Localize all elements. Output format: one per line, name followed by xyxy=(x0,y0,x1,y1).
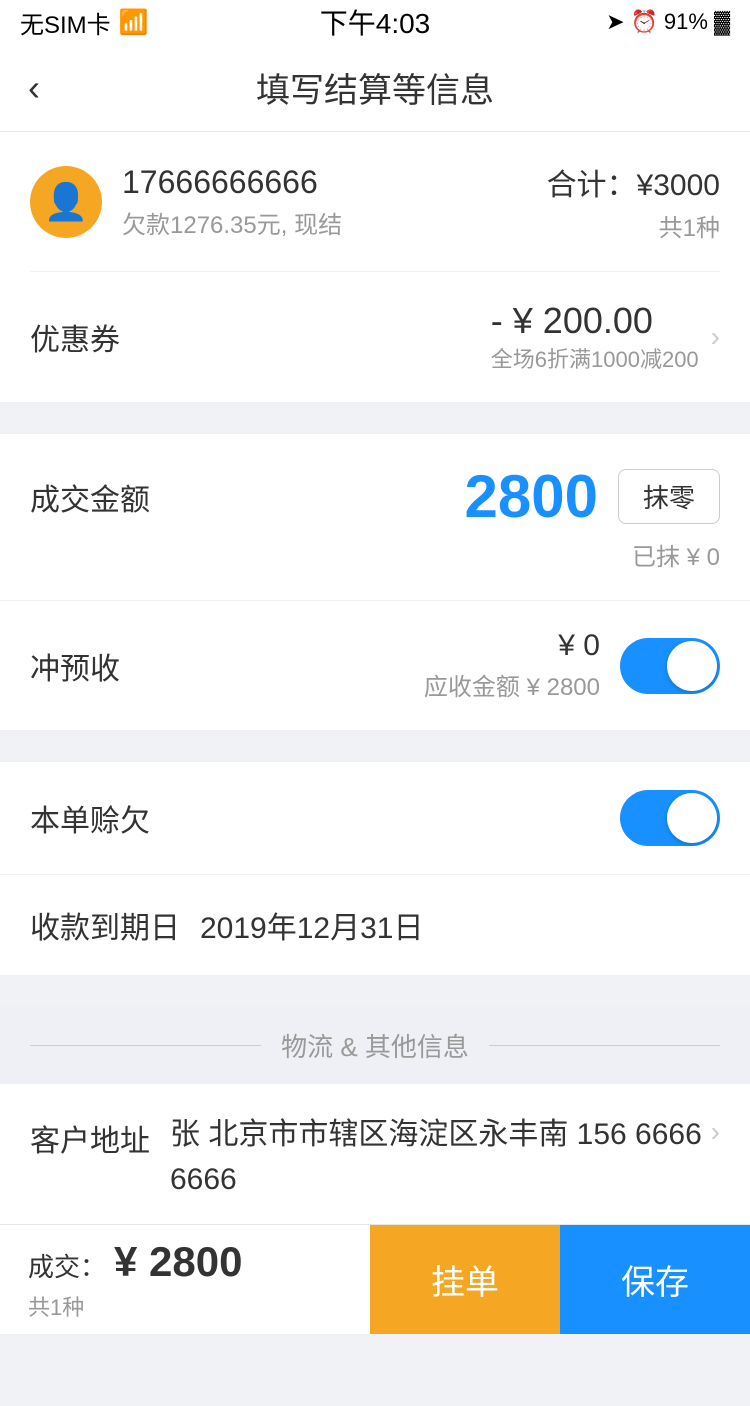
deal-sub: 已抹 ¥ 0 xyxy=(30,537,720,572)
customer-card: 👤 17666666666 欠款1276.35元, 现结 合计：¥3000 共1… xyxy=(0,132,750,402)
content: 👤 17666666666 欠款1276.35元, 现结 合计：¥3000 共1… xyxy=(0,132,750,1406)
precharge-values: ¥ 0 应收金额 ¥ 2800 xyxy=(424,629,600,702)
debt-card: 本单赊欠 收款到期日 2019年12月31日 xyxy=(0,762,750,975)
deal-right: 2800 抹零 xyxy=(465,462,721,531)
precharge-section: 冲预收 ¥ 0 应收金额 ¥ 2800 xyxy=(0,600,750,730)
coupon-label: 优惠券 xyxy=(30,315,120,359)
battery-text: 91% xyxy=(664,9,708,35)
address-card: 客户地址 张 北京市市辖区海淀区永丰南 156 6666 6666 › xyxy=(0,1084,750,1230)
avatar-icon: 👤 xyxy=(44,181,89,223)
customer-right: 合计：¥3000 共1种 xyxy=(547,160,720,243)
debt-section: 本单赊欠 xyxy=(0,762,750,874)
coupon-right: - ¥ 200.00 全场6折满1000减200 › xyxy=(491,300,720,374)
customer-left: 👤 17666666666 欠款1276.35元, 现结 xyxy=(30,164,342,240)
address-arrow-icon: › xyxy=(711,1116,720,1148)
customer-sub: 欠款1276.35元, 现结 xyxy=(122,205,342,240)
address-row[interactable]: 客户地址 张 北京市市辖区海淀区永丰南 156 6666 6666 › xyxy=(0,1084,750,1230)
precharge-right: ¥ 0 应收金额 ¥ 2800 xyxy=(424,629,720,702)
deal-section: 成交金额 2800 抹零 已抹 ¥ 0 xyxy=(0,434,750,600)
address-value: 张 北京市市辖区海淀区永丰南 156 6666 6666 xyxy=(170,1112,711,1202)
back-button[interactable]: ‹ xyxy=(28,67,40,109)
precharge-row: 冲预收 ¥ 0 应收金额 ¥ 2800 xyxy=(30,629,720,702)
duedate-section: 收款到期日 2019年12月31日 xyxy=(0,874,750,975)
bottom-deal-label: 成交： xyxy=(28,1247,106,1284)
customer-phone: 17666666666 xyxy=(122,164,342,201)
section-gap-3 xyxy=(0,991,750,1007)
precharge-sub: 应收金额 ¥ 2800 xyxy=(424,667,600,702)
wifi-icon: 📶 xyxy=(119,8,149,37)
bottom-summary: 成交： ¥ 2800 共1种 xyxy=(0,1225,370,1334)
logistics-section: 物流 & 其他信息 xyxy=(0,1007,750,1084)
address-label: 客户地址 xyxy=(30,1116,150,1160)
bottom-count: 共1种 xyxy=(28,1290,342,1322)
debt-toggle[interactable] xyxy=(620,790,720,846)
coupon-arrow-icon: › xyxy=(711,321,720,353)
customer-total: 合计：¥3000 xyxy=(547,160,720,204)
bottom-deal-amount: ¥ 2800 xyxy=(114,1238,242,1286)
precharge-amount: ¥ 0 xyxy=(424,629,600,663)
deal-row: 成交金额 2800 抹零 xyxy=(30,462,720,531)
avatar: 👤 xyxy=(30,166,102,238)
logistics-label: 物流 & 其他信息 xyxy=(281,1027,469,1064)
round-button[interactable]: 抹零 xyxy=(618,469,720,524)
duedate-label: 收款到期日 xyxy=(30,903,180,947)
bottom-deal-row: 成交： ¥ 2800 xyxy=(28,1238,342,1286)
location-icon: ➤ xyxy=(606,9,624,35)
hang-button[interactable]: 挂单 xyxy=(370,1225,560,1334)
customer-info: 17666666666 欠款1276.35元, 现结 xyxy=(122,164,342,240)
deal-amount-value: 2800 xyxy=(465,462,598,531)
section-gap-1 xyxy=(0,418,750,434)
nav-bar: ‹ 填写结算等信息 xyxy=(0,44,750,132)
coupon-row[interactable]: 优惠券 - ¥ 200.00 全场6折满1000减200 › xyxy=(0,272,750,402)
precharge-toggle[interactable] xyxy=(620,638,720,694)
carrier-text: 无SIM卡 xyxy=(20,5,111,40)
coupon-amount: - ¥ 200.00 xyxy=(491,300,699,342)
section-gap-2 xyxy=(0,746,750,762)
battery-icon: ▓ xyxy=(714,9,730,35)
duedate-value: 2019年12月31日 xyxy=(200,903,423,947)
save-button[interactable]: 保存 xyxy=(560,1225,750,1334)
logistics-line-right xyxy=(489,1045,720,1046)
status-left: 无SIM卡 📶 xyxy=(20,5,149,40)
customer-row: 👤 17666666666 欠款1276.35元, 现结 合计：¥3000 共1… xyxy=(0,132,750,271)
alarm-icon: ⏰ xyxy=(631,9,658,35)
status-bar: 无SIM卡 📶 下午4:03 ➤ ⏰ 91% ▓ xyxy=(0,0,750,44)
precharge-label: 冲预收 xyxy=(30,644,120,688)
status-right: ➤ ⏰ 91% ▓ xyxy=(606,9,730,35)
coupon-sub: 全场6折满1000减200 xyxy=(491,342,699,374)
bottom-bar: 成交： ¥ 2800 共1种 挂单 保存 xyxy=(0,1224,750,1334)
page-title: 填写结算等信息 xyxy=(256,63,494,112)
status-time: 下午4:03 xyxy=(320,2,431,42)
deal-label: 成交金额 xyxy=(30,475,150,519)
deal-amount-card: 成交金额 2800 抹零 已抹 ¥ 0 冲预收 ¥ 0 应收金额 ¥ 2800 xyxy=(0,434,750,730)
logistics-line-left xyxy=(30,1045,261,1046)
customer-count: 共1种 xyxy=(547,208,720,243)
debt-label: 本单赊欠 xyxy=(30,796,150,840)
